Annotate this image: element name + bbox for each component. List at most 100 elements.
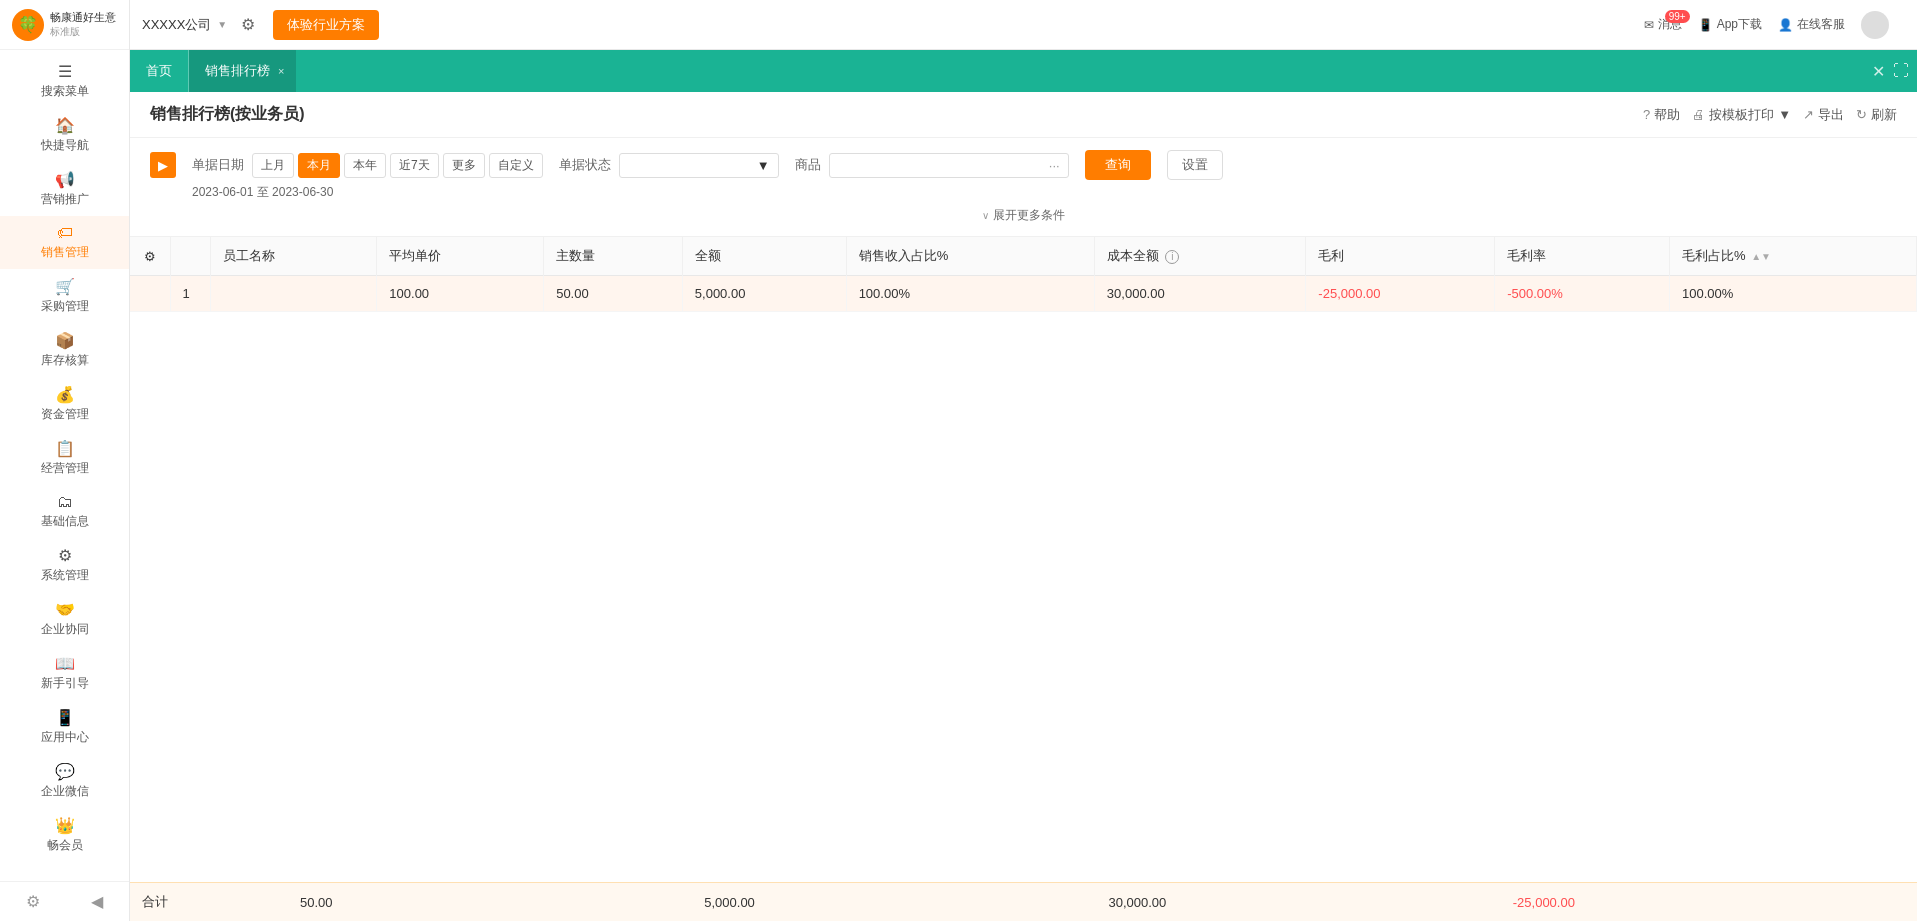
- sidebar-item-sales[interactable]: 🏷 销售管理: [0, 216, 129, 269]
- table-cell-main-qty: 50.00: [544, 276, 683, 312]
- help-btn[interactable]: ? 帮助: [1643, 106, 1680, 124]
- sidebar-item-member[interactable]: 👑 畅会员: [0, 808, 129, 862]
- help-label: 帮助: [1654, 106, 1680, 124]
- table-cell-rank: 1: [170, 276, 210, 312]
- sidebar-item-inventory[interactable]: 📦 库存核算: [0, 323, 129, 377]
- sidebar-logo: 🍀 畅康通好生意 标准版: [0, 0, 129, 50]
- filter-settings-button[interactable]: 设置: [1167, 150, 1223, 180]
- query-button[interactable]: 查询: [1085, 150, 1151, 180]
- online-service-btn[interactable]: 👤 在线客服: [1778, 16, 1845, 33]
- table-row: 1 100.00 50.00 5,000.00 100.00% 30,000.0…: [130, 276, 1917, 312]
- filter-area: ▶ 单据日期 上月 本月 本年 近7天 更多 自定义 单据状态: [130, 138, 1917, 237]
- basic-icon: 🗂: [57, 493, 73, 511]
- top-bar-right: ✉ 消息 99+ 📱 App下载 👤 在线客服: [1644, 11, 1905, 39]
- table-cell-gross: -25,000.00: [1306, 276, 1495, 312]
- sidebar-item-label: 应用中心: [41, 729, 89, 746]
- trial-button[interactable]: 体验行业方案: [273, 10, 379, 40]
- company-selector[interactable]: XXXXX公司 ▼: [142, 16, 227, 34]
- sidebar-item-app-center[interactable]: 📱 应用中心: [0, 700, 129, 754]
- sidebar-collapse-btn[interactable]: ◀: [91, 892, 103, 911]
- chevron-down-expand-icon: ∨: [982, 210, 989, 221]
- table-col-rank: [170, 237, 210, 276]
- gross-pct-sort-icon[interactable]: ▲▼: [1751, 251, 1771, 262]
- help-icon: ?: [1643, 107, 1650, 122]
- table-cell-amount: 5,000.00: [682, 276, 846, 312]
- date-btn-prev-month[interactable]: 上月: [252, 153, 294, 178]
- status-select[interactable]: ▼: [619, 153, 779, 178]
- sidebar-item-basic[interactable]: 🗂 基础信息: [0, 485, 129, 538]
- expand-conditions-label: 展开更多条件: [993, 207, 1065, 224]
- sidebar-item-purchase[interactable]: 🛒 采购管理: [0, 269, 129, 323]
- goods-more-icon: ···: [1049, 158, 1060, 173]
- print-icon: 🖨: [1692, 107, 1705, 122]
- tab-bar: 首页 销售排行榜 × ✕ ⛶: [130, 50, 1917, 92]
- column-settings-icon[interactable]: ⚙: [144, 249, 156, 264]
- logo-icon: 🍀: [12, 9, 44, 41]
- date-btn-current-month[interactable]: 本月: [298, 153, 340, 178]
- sidebar-item-wechat[interactable]: 💬 企业微信: [0, 754, 129, 808]
- date-btn-more[interactable]: 更多: [443, 153, 485, 178]
- sidebar-item-system[interactable]: ⚙ 系统管理: [0, 538, 129, 592]
- date-range-text: 2023-06-01 至 2023-06-30: [192, 185, 333, 199]
- table-col-gross: 毛利: [1306, 237, 1495, 276]
- messages-btn[interactable]: ✉ 消息 99+: [1644, 16, 1682, 33]
- sidebar-item-marketing[interactable]: 📢 营销推广: [0, 162, 129, 216]
- sidebar: 🍀 畅康通好生意 标准版 ☰ 搜索菜单 🏠 快捷导航 📢 营销推广 🏷 销售管理…: [0, 0, 130, 921]
- sidebar-item-operation[interactable]: 📋 经营管理: [0, 431, 129, 485]
- app-download-btn[interactable]: 📱 App下载: [1698, 16, 1762, 33]
- footer-cell-cost: 30,000.00: [1097, 895, 1501, 910]
- sidebar-item-label: 系统管理: [41, 567, 89, 584]
- app-download-label: App下载: [1717, 16, 1762, 33]
- template-print-label: 按模板打印: [1709, 106, 1774, 124]
- table-col-gross-pct: 毛利占比% ▲▼: [1669, 237, 1916, 276]
- sidebar-item-label: 基础信息: [41, 513, 89, 530]
- sidebar-item-label: 搜索菜单: [41, 83, 89, 100]
- sidebar-item-quick-nav[interactable]: 🏠 快捷导航: [0, 108, 129, 162]
- table-col-cost: 成本全额 i: [1094, 237, 1306, 276]
- sidebar-item-label: 企业协同: [41, 621, 89, 638]
- search-menu-icon: ☰: [58, 62, 72, 81]
- sidebar-item-label: 资金管理: [41, 406, 89, 423]
- sidebar-item-guide[interactable]: 📖 新手引导: [0, 646, 129, 700]
- table-cell-employee: [210, 276, 377, 312]
- date-btn-custom[interactable]: 自定义: [489, 153, 543, 178]
- sidebar-item-finance[interactable]: 💰 资金管理: [0, 377, 129, 431]
- member-icon: 👑: [55, 816, 75, 835]
- status-filter-label: 单据状态: [559, 156, 611, 174]
- table-col-amount: 全额: [682, 237, 846, 276]
- avatar[interactable]: [1861, 11, 1889, 39]
- chevron-down-icon: ▼: [217, 19, 227, 30]
- table-col-settings[interactable]: ⚙: [130, 237, 170, 276]
- refresh-label: 刷新: [1871, 106, 1897, 124]
- logo-sub: 标准版: [50, 25, 116, 39]
- table-cell-gross-rate: -500.00%: [1495, 276, 1670, 312]
- sidebar-item-collab[interactable]: 🤝 企业协同: [0, 592, 129, 646]
- sidebar-nav: ☰ 搜索菜单 🏠 快捷导航 📢 营销推广 🏷 销售管理 🛒 采购管理 📦 库存核…: [0, 50, 129, 881]
- system-icon: ⚙: [58, 546, 72, 565]
- date-btn-last-7-days[interactable]: 近7天: [390, 153, 439, 178]
- date-btn-current-year[interactable]: 本年: [344, 153, 386, 178]
- cost-info-icon[interactable]: i: [1165, 250, 1179, 264]
- table-header-row: ⚙ 员工名称 平均单价 主数量 全额 销售收入占比% 成本全额 i 毛利: [130, 237, 1917, 276]
- goods-select[interactable]: ···: [829, 153, 1069, 178]
- expand-conditions-btn[interactable]: ∨ 展开更多条件: [150, 201, 1897, 224]
- export-btn[interactable]: ↗ 导出: [1803, 106, 1844, 124]
- sidebar-item-label: 畅会员: [47, 837, 83, 854]
- tab-close-icon[interactable]: ×: [278, 65, 284, 77]
- company-settings-icon[interactable]: ⚙: [241, 15, 255, 34]
- status-filter: 单据状态 ▼: [559, 153, 779, 178]
- tab-close-window-icon[interactable]: ✕: [1872, 62, 1885, 81]
- expand-arrow-btn[interactable]: ▶: [150, 152, 176, 178]
- tab-maximize-icon[interactable]: ⛶: [1893, 62, 1909, 80]
- refresh-btn[interactable]: ↻ 刷新: [1856, 106, 1897, 124]
- tab-home[interactable]: 首页: [130, 50, 189, 92]
- sidebar-item-search[interactable]: ☰ 搜索菜单: [0, 54, 129, 108]
- wechat-icon: 💬: [55, 762, 75, 781]
- tab-sales-ranking[interactable]: 销售排行榜 ×: [189, 50, 296, 92]
- template-print-btn[interactable]: 🖨 按模板打印 ▼: [1692, 106, 1791, 124]
- goods-filter-label: 商品: [795, 156, 821, 174]
- app-center-icon: 📱: [55, 708, 75, 727]
- tab-bar-right: ✕ ⛶: [1872, 62, 1917, 81]
- sidebar-item-label: 营销推广: [41, 191, 89, 208]
- sidebar-settings-btn[interactable]: ⚙: [26, 892, 40, 911]
